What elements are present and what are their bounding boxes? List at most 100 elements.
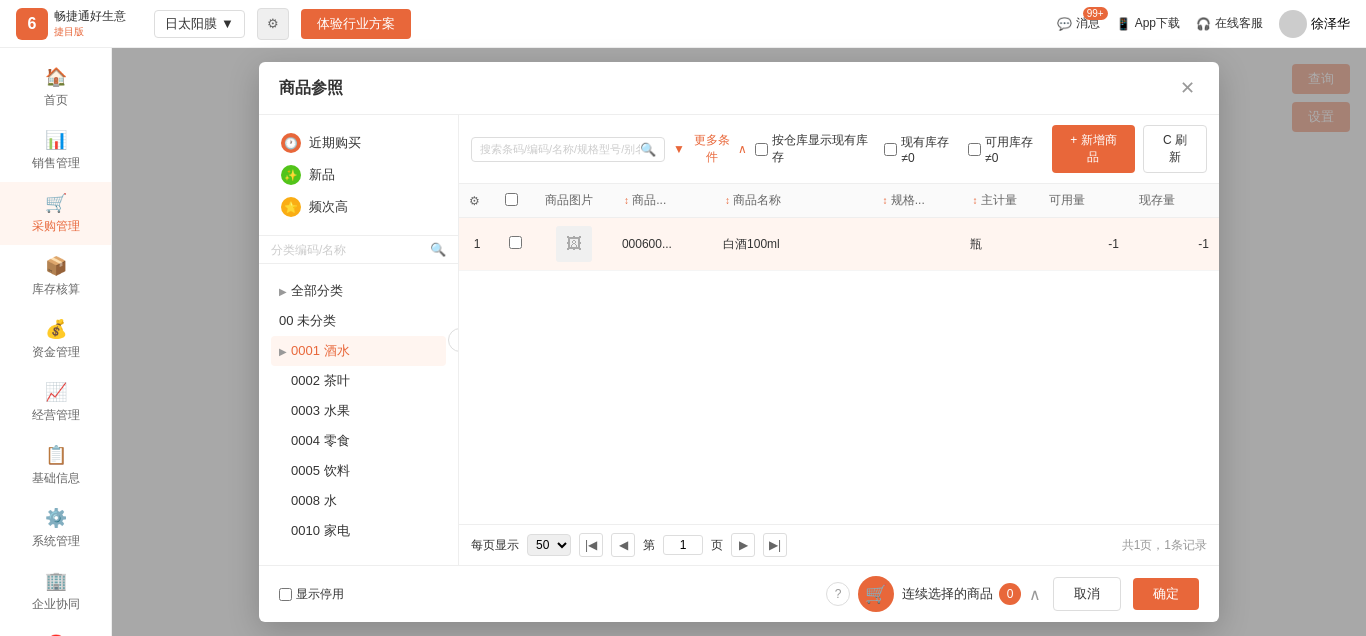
- row-checkbox-cell[interactable]: [495, 218, 535, 271]
- th-stock-label: 现存量: [1139, 193, 1175, 207]
- sidebar-item-label: 系统管理: [32, 533, 80, 550]
- username-label: 徐泽华: [1311, 15, 1350, 33]
- cancel-button[interactable]: 取消: [1053, 577, 1121, 611]
- page-number-input[interactable]: [663, 535, 703, 555]
- store-selector[interactable]: 日太阳膜 ▼: [154, 10, 245, 38]
- messages-button[interactable]: 💬 消息 99+: [1057, 15, 1100, 32]
- sidebar-item-label: 采购管理: [32, 218, 80, 235]
- usable-stock-checkbox[interactable]: 可用库存≠0: [968, 134, 1044, 165]
- category-0003[interactable]: 0003 水果: [271, 396, 446, 426]
- prev-page-button[interactable]: ◀: [611, 533, 635, 557]
- th-spec-label: 规格...: [891, 193, 925, 207]
- table-row[interactable]: 1 🖼: [459, 218, 1219, 271]
- logo-text: 畅捷通好生意 捷目版: [54, 8, 126, 39]
- category-all[interactable]: ▶ 全部分类: [271, 276, 446, 306]
- settings-button[interactable]: ⚙: [257, 8, 289, 40]
- product-name: 白酒100ml: [723, 237, 780, 251]
- quick-item-new[interactable]: ✨ 新品: [271, 159, 446, 191]
- navbar: 6 畅捷通好生意 捷目版 日太阳膜 ▼ ⚙ 体验行业方案 💬 消息 99+ 📱 …: [0, 0, 1366, 48]
- th-unit[interactable]: ↕ 主计量: [960, 184, 1039, 218]
- available-stock-input[interactable]: [884, 143, 897, 156]
- settings-icon[interactable]: ⚙: [469, 194, 480, 208]
- sidebar-item-home[interactable]: 🏠 首页: [0, 56, 111, 119]
- filter-icon: ▼: [673, 142, 685, 156]
- sidebar-item-enterprise[interactable]: 🏢 企业协同: [0, 560, 111, 623]
- product-search-box[interactable]: 🔍: [471, 137, 665, 162]
- trial-button[interactable]: 体验行业方案: [301, 9, 411, 39]
- confirm-button[interactable]: 确定: [1133, 578, 1199, 610]
- cart-button[interactable]: 🛒: [858, 576, 894, 612]
- dialog-close-button[interactable]: ✕: [1175, 76, 1199, 100]
- service-label: 在线客服: [1215, 15, 1263, 32]
- product-table-container: ⚙ 商品图片: [459, 184, 1219, 524]
- row-num: 1: [459, 218, 495, 271]
- available-label: 现有库存≠0: [901, 134, 960, 165]
- sidebar-item-system[interactable]: ⚙️ 系统管理: [0, 497, 111, 560]
- th-stock: 现存量: [1129, 184, 1219, 218]
- row-checkbox[interactable]: [509, 236, 522, 249]
- category-0002[interactable]: 0002 茶叶: [271, 366, 446, 396]
- sidebar-item-operation[interactable]: 📈 经营管理: [0, 371, 111, 434]
- warehouse-label: 按仓库显示现有库存: [772, 132, 876, 166]
- arrow-icon: ▶: [279, 346, 287, 357]
- home-icon: 🏠: [45, 66, 67, 88]
- image-placeholder-icon: 🖼: [566, 235, 582, 253]
- show-disabled-checkbox[interactable]: 显示停用: [279, 586, 344, 603]
- add-product-button[interactable]: + 新增商品: [1052, 125, 1135, 173]
- sidebar-item-purchase[interactable]: 🛒 采购管理: [0, 182, 111, 245]
- category-0001[interactable]: ▶ 0001 酒水: [271, 336, 446, 366]
- sidebar-item-guide[interactable]: 🎯 新手引导: [0, 623, 111, 636]
- help-button[interactable]: ?: [826, 582, 850, 606]
- warehouse-display-checkbox[interactable]: 按仓库显示现有库存: [755, 132, 876, 166]
- sidebar-item-inventory[interactable]: 📦 库存核算: [0, 245, 111, 308]
- logo-sub: 捷目版: [54, 25, 126, 39]
- first-page-button[interactable]: |◀: [579, 533, 603, 557]
- new-label: 新品: [309, 166, 335, 184]
- category-0005[interactable]: 0005 饮料: [271, 456, 446, 486]
- select-all-checkbox[interactable]: [505, 193, 518, 206]
- product-table: ⚙ 商品图片: [459, 184, 1219, 271]
- th-img-label: 商品图片: [545, 193, 593, 207]
- table-header-row: ⚙ 商品图片: [459, 184, 1219, 218]
- logo: 6 畅捷通好生意 捷目版: [16, 8, 126, 40]
- show-disabled-input[interactable]: [279, 588, 292, 601]
- app-download-button[interactable]: 📱 App下载: [1116, 15, 1180, 32]
- filter-arrow-icon: ∧: [738, 142, 747, 156]
- sidebar-item-label: 企业协同: [32, 596, 80, 613]
- category-00[interactable]: 00 未分类: [271, 306, 446, 336]
- category-search-icon[interactable]: 🔍: [430, 242, 446, 257]
- row-unit-cell: 瓶: [960, 218, 1039, 271]
- sidebar-item-sales[interactable]: 📊 销售管理: [0, 119, 111, 182]
- th-spec[interactable]: ↕ 规格...: [870, 184, 960, 218]
- product-available: -1: [1108, 237, 1119, 251]
- available-stock-checkbox[interactable]: 现有库存≠0: [884, 134, 960, 165]
- category-search-input[interactable]: [271, 243, 424, 257]
- more-filter-button[interactable]: ▼ 更多条件 ∧: [673, 132, 747, 166]
- category-0008[interactable]: 0008 水: [271, 486, 446, 516]
- page-size-select[interactable]: 50: [527, 534, 571, 556]
- sidebar-item-finance[interactable]: 💰 资金管理: [0, 308, 111, 371]
- main-layout: 🏠 首页 📊 销售管理 🛒 采购管理 📦 库存核算 💰 资金管理 📈 经营管理 …: [0, 48, 1366, 636]
- th-name[interactable]: ↕ 商品名称: [713, 184, 870, 218]
- quick-item-frequent[interactable]: ⭐ 频次高: [271, 191, 446, 223]
- product-search-input[interactable]: [480, 143, 640, 155]
- last-page-button[interactable]: ▶|: [763, 533, 787, 557]
- online-service-button[interactable]: 🎧 在线客服: [1196, 15, 1263, 32]
- quick-item-recent[interactable]: 🕐 近期购买: [271, 127, 446, 159]
- footer-collapse-button[interactable]: ∧: [1029, 585, 1041, 604]
- search-icon[interactable]: 🔍: [640, 142, 656, 157]
- category-0004[interactable]: 0004 零食: [271, 426, 446, 456]
- sidebar-item-basic[interactable]: 📋 基础信息: [0, 434, 111, 497]
- dialog-title: 商品参照: [279, 78, 343, 99]
- user-area[interactable]: 徐泽华: [1279, 10, 1350, 38]
- usable-stock-input[interactable]: [968, 143, 981, 156]
- refresh-button[interactable]: C 刷新: [1143, 125, 1207, 173]
- cart-label: 连续选择的商品: [902, 585, 993, 603]
- next-page-button[interactable]: ▶: [731, 533, 755, 557]
- frequent-icon: ⭐: [281, 197, 301, 217]
- th-settings: ⚙: [459, 184, 495, 218]
- th-code[interactable]: ↕ 商品...: [612, 184, 713, 218]
- row-number: 1: [474, 237, 481, 251]
- warehouse-checkbox-input[interactable]: [755, 143, 768, 156]
- category-0010[interactable]: 0010 家电: [271, 516, 446, 546]
